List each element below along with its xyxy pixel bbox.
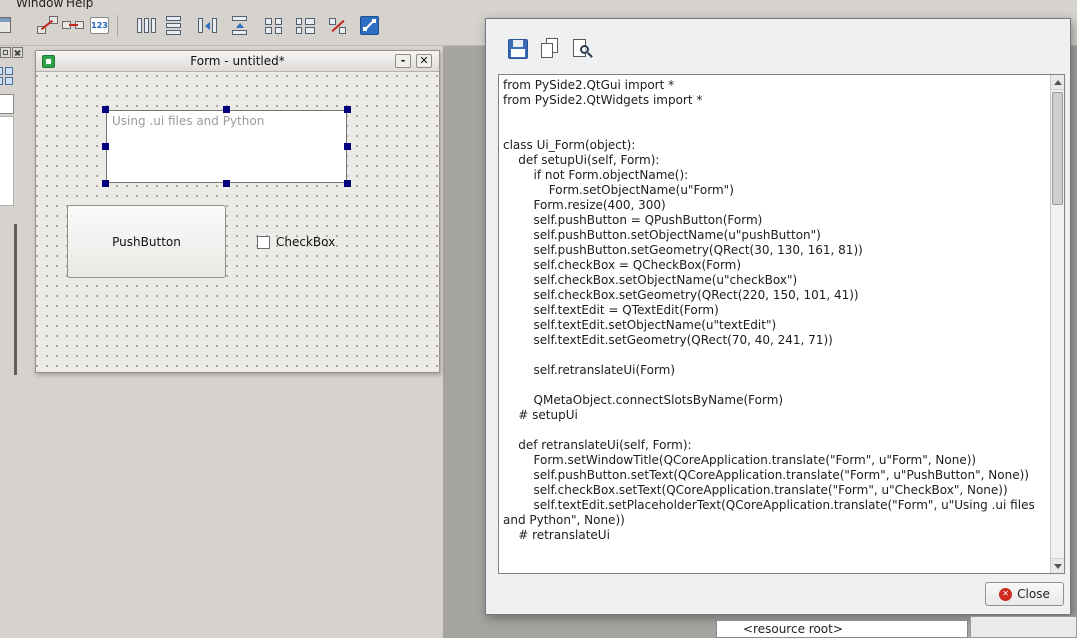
resource-root-label: <resource root> bbox=[743, 622, 843, 636]
break-layout-icon[interactable] bbox=[326, 14, 350, 38]
selection-handle-top-center[interactable] bbox=[223, 106, 230, 113]
layout-form-icon[interactable] bbox=[294, 14, 318, 38]
selection-handle-top-right[interactable] bbox=[344, 106, 351, 113]
selection-handle-bottom-right[interactable] bbox=[344, 180, 351, 187]
widgetbox-filter-input[interactable] bbox=[0, 94, 14, 114]
layout-vertical-splitter-icon[interactable] bbox=[228, 14, 252, 38]
widgetbox-icon[interactable] bbox=[0, 64, 15, 88]
form-window-titlebar[interactable]: Form - untitled* - ✕ bbox=[36, 51, 439, 72]
selection-handle-bottom-center[interactable] bbox=[223, 180, 230, 187]
layout-grid-icon[interactable] bbox=[262, 14, 286, 38]
checkbox-widget[interactable]: CheckBox bbox=[257, 234, 335, 250]
close-window-button[interactable]: ✕ bbox=[416, 54, 432, 68]
form-window-title: Form - untitled* bbox=[36, 54, 439, 68]
selection-handle-bottom-left[interactable] bbox=[102, 180, 109, 187]
close-dialog-icon: ✕ bbox=[999, 588, 1012, 601]
layout-horizontal-icon[interactable] bbox=[135, 14, 159, 38]
minimize-button[interactable]: - bbox=[395, 54, 411, 68]
menu-window[interactable]: Window bbox=[16, 0, 63, 9]
textedit-widget[interactable]: Using .ui files and Python bbox=[106, 110, 347, 183]
arrow-up-icon bbox=[1054, 80, 1062, 85]
scroll-down-button[interactable] bbox=[1051, 558, 1064, 573]
arrow-down-icon bbox=[1054, 564, 1062, 569]
menubar: Window Help bbox=[0, 0, 1077, 9]
form-editor-window: Form - untitled* - ✕ Using .ui files and… bbox=[35, 50, 440, 373]
scroll-up-button[interactable] bbox=[1051, 75, 1064, 90]
dock-float-button[interactable] bbox=[0, 47, 11, 58]
edit-buddies-icon[interactable] bbox=[62, 14, 86, 38]
selection-handle-top-left[interactable] bbox=[102, 106, 109, 113]
selection-handle-mid-left[interactable] bbox=[102, 143, 109, 150]
tab-order-glyph: 123 bbox=[90, 17, 109, 34]
dock-close-button[interactable] bbox=[12, 47, 23, 58]
close-button[interactable]: ✕ Close bbox=[985, 582, 1064, 606]
resource-side-panel bbox=[970, 616, 1077, 638]
checkbox-box[interactable] bbox=[257, 236, 270, 249]
selection-handle-mid-right[interactable] bbox=[344, 143, 351, 150]
edit-signals-slots-icon[interactable] bbox=[36, 14, 60, 38]
checkbox-label: CheckBox bbox=[276, 235, 335, 249]
save-icon[interactable] bbox=[506, 37, 530, 61]
close-button-label: Close bbox=[1017, 587, 1050, 601]
copy-icon[interactable] bbox=[539, 37, 563, 61]
layout-vertical-icon[interactable] bbox=[162, 14, 186, 38]
code-preview-dialog: from PySide2.QtGui import * from PySide2… bbox=[485, 18, 1071, 615]
layout-horizontal-splitter-icon[interactable] bbox=[196, 14, 220, 38]
edit-tab-order-icon[interactable]: 123 bbox=[88, 14, 112, 38]
textedit-placeholder: Using .ui files and Python bbox=[112, 114, 264, 128]
find-icon[interactable] bbox=[571, 37, 595, 61]
pushbutton-widget[interactable]: PushButton bbox=[67, 205, 226, 278]
toolbar-separator bbox=[117, 15, 118, 37]
resource-root-item[interactable]: <resource root> bbox=[716, 620, 968, 638]
adjust-size-icon[interactable] bbox=[358, 14, 382, 38]
qt-designer-window: Window Help 123 bbox=[0, 0, 1077, 638]
code-scrollbar[interactable] bbox=[1050, 75, 1064, 573]
scrollbar-thumb[interactable] bbox=[1052, 92, 1063, 205]
menu-help[interactable]: Help bbox=[66, 0, 93, 9]
widgetbox-scrollbar[interactable] bbox=[14, 224, 17, 375]
code-text: from PySide2.QtGui import * from PySide2… bbox=[499, 75, 1050, 573]
code-view[interactable]: from PySide2.QtGui import * from PySide2… bbox=[498, 74, 1065, 574]
widgetbox-panel bbox=[0, 116, 14, 206]
edit-widgets-icon[interactable] bbox=[0, 14, 15, 38]
